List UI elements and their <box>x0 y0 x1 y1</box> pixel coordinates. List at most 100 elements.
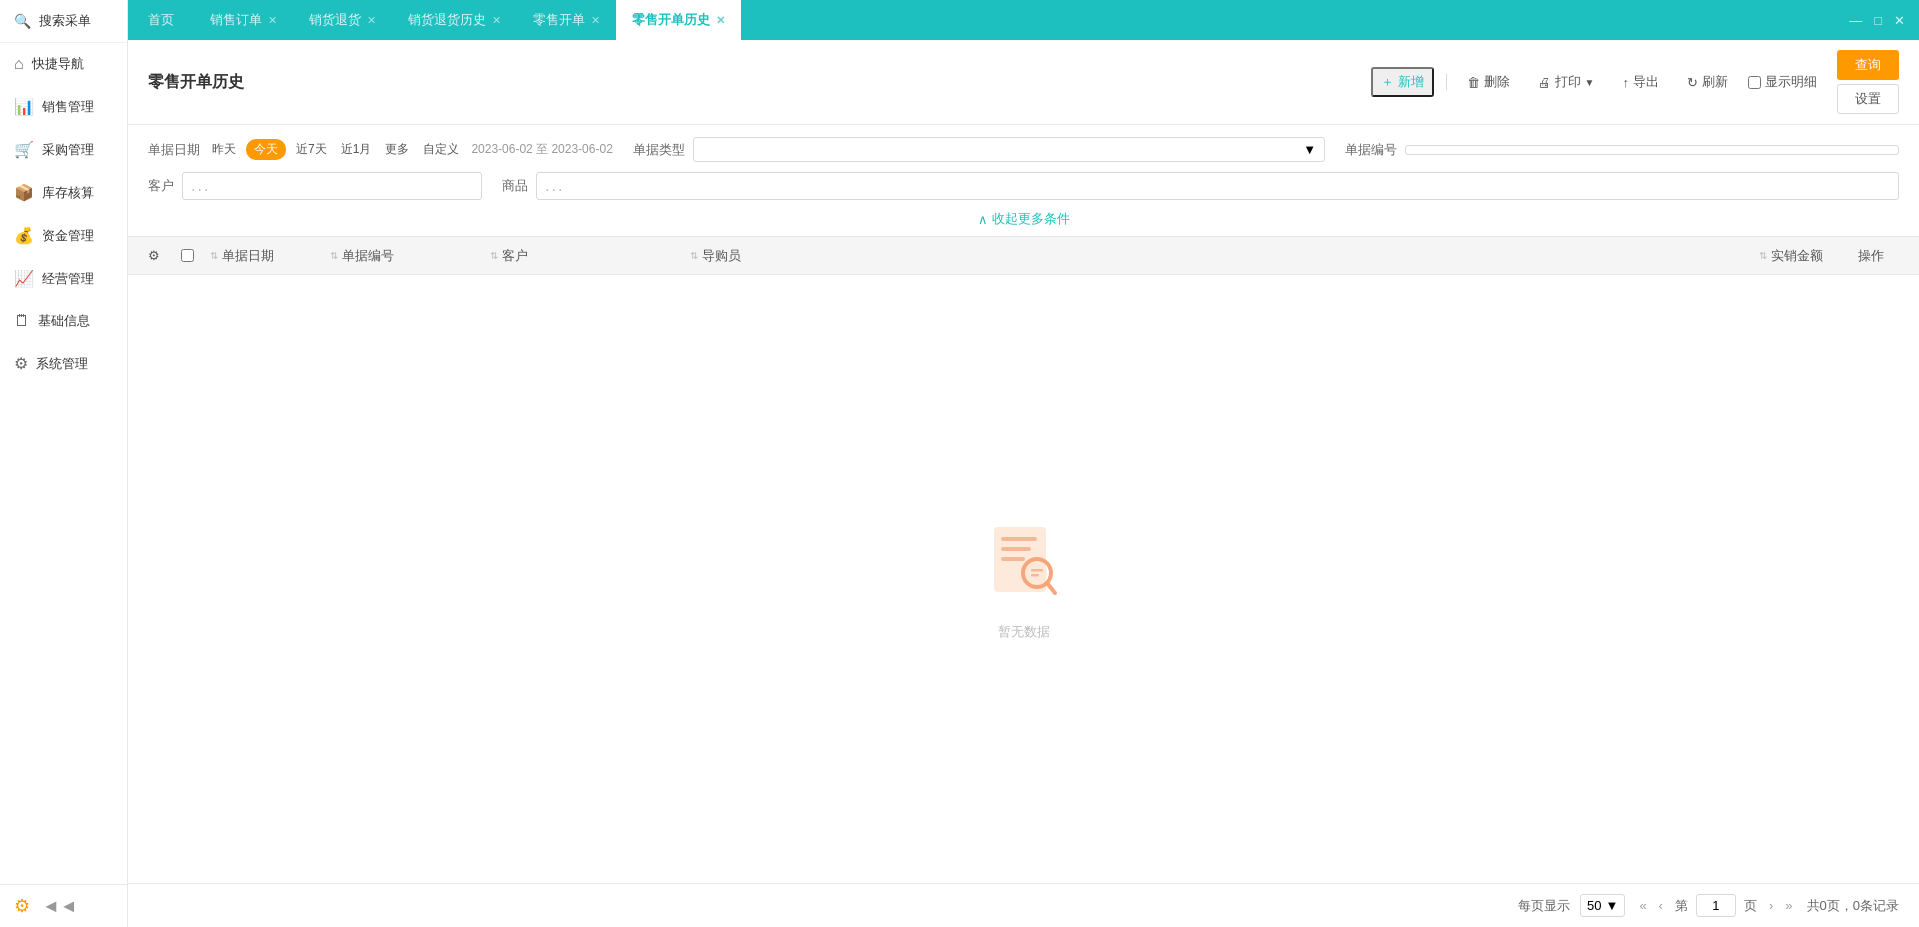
refresh-button[interactable]: ↻ 刷新 <box>1679 69 1736 95</box>
page-size-select[interactable]: 50 ▼ <box>1580 894 1625 917</box>
tab-close-icon[interactable]: ✕ <box>492 14 501 27</box>
sidebar-nav: ⌂ 快捷导航 📊 销售管理 🛒 采购管理 📦 库存核算 💰 资金管理 📈 经营管… <box>0 43 127 884</box>
print-button[interactable]: 🖨 打印 ▼ <box>1530 69 1603 95</box>
th-guide[interactable]: ⇅ 导购员 <box>682 247 802 265</box>
tab-close-icon[interactable]: ✕ <box>268 14 277 27</box>
tab-home[interactable]: 首页 <box>128 0 194 40</box>
first-page-button[interactable]: « <box>1635 896 1650 915</box>
cart-icon: 🛒 <box>14 140 34 159</box>
num-input[interactable] <box>1405 145 1899 155</box>
type-select[interactable]: ▼ <box>693 137 1325 162</box>
add-label: 新增 <box>1398 73 1424 91</box>
svg-rect-3 <box>1001 557 1025 561</box>
th-customer[interactable]: ⇅ 客户 <box>482 247 682 265</box>
table-area: ⚙ ⇅ 单据日期 ⇅ 单据编号 ⇅ 客户 ⇅ 导购员 ⇅ <box>128 237 1919 883</box>
delete-button[interactable]: 🗑 删除 <box>1459 69 1518 95</box>
sort-icon: ⇅ <box>1759 250 1767 261</box>
collapse-more[interactable]: ∧ 收起更多条件 <box>148 210 1899 228</box>
date-btns: 昨天 今天 近7天 近1月 更多 自定义 <box>208 139 463 160</box>
maximize-button[interactable]: □ <box>1874 13 1882 28</box>
tab-sales-order[interactable]: 销售订单 ✕ <box>194 0 293 40</box>
sidebar-item-finance[interactable]: 💰 资金管理 <box>0 214 127 257</box>
collapse-sidebar-icon[interactable]: ◄◄ <box>42 896 78 917</box>
display-columns-checkbox[interactable]: 显示明细 <box>1748 73 1817 91</box>
tab-close-icon[interactable]: ✕ <box>716 14 725 27</box>
empty-illustration <box>979 517 1069 607</box>
th-settings[interactable]: ⚙ <box>136 248 172 263</box>
date-btn-today[interactable]: 今天 <box>246 139 286 160</box>
tab-close-icon[interactable]: ✕ <box>591 14 600 27</box>
display-columns-check[interactable] <box>1748 76 1761 89</box>
last-page-button[interactable]: » <box>1781 896 1796 915</box>
main-area: 首页 销售订单 ✕ 销货退货 ✕ 销货退货历史 ✕ 零售开单 ✕ 零售开单历史 … <box>128 0 1919 927</box>
tab-close-icon[interactable]: ✕ <box>367 14 376 27</box>
tab-sales-return-history[interactable]: 销货退货历史 ✕ <box>392 0 517 40</box>
home-icon: ⌂ <box>14 55 24 73</box>
filter-row-2: 客户 ... 商品 ... <box>148 172 1899 200</box>
sidebar-item-base-info[interactable]: 🗒 基础信息 <box>0 300 127 342</box>
page-label: 第 <box>1671 895 1692 917</box>
customer-input[interactable]: ... <box>182 172 482 200</box>
sidebar-item-business[interactable]: 📈 经营管理 <box>0 257 127 300</box>
page-title: 零售开单历史 <box>148 72 244 93</box>
sidebar-search[interactable]: 🔍 搜索采单 <box>0 0 127 43</box>
th-amount-label: 实销金额 <box>1771 247 1823 265</box>
tab-retail-open-history-label: 零售开单历史 <box>632 11 710 29</box>
date-btn-more[interactable]: 更多 <box>381 139 413 160</box>
sort-icon: ⇅ <box>690 250 698 261</box>
delete-icon: 🗑 <box>1467 75 1480 90</box>
empty-state: 暂无数据 <box>128 275 1919 883</box>
collapse-more-label: 收起更多条件 <box>992 210 1070 228</box>
sidebar-item-purchase-mgmt[interactable]: 🛒 采购管理 <box>0 128 127 171</box>
settings-icon[interactable]: ⚙ <box>14 895 30 917</box>
tab-retail-open-history[interactable]: 零售开单历史 ✕ <box>616 0 741 40</box>
date-btn-1month[interactable]: 近1月 <box>337 139 376 160</box>
page-suffix: 页 <box>1740 895 1761 917</box>
th-date[interactable]: ⇅ 单据日期 <box>202 247 322 265</box>
tab-sales-return[interactable]: 销货退货 ✕ <box>293 0 392 40</box>
sort-icon: ⇅ <box>490 250 498 261</box>
date-btn-7days[interactable]: 近7天 <box>292 139 331 160</box>
add-button[interactable]: ＋ 新增 <box>1371 67 1434 97</box>
sidebar-item-inventory[interactable]: 📦 库存核算 <box>0 171 127 214</box>
sort-icon: ⇅ <box>210 250 218 261</box>
prev-page-button[interactable]: ‹ <box>1655 896 1667 915</box>
goods-input[interactable]: ... <box>536 172 1899 200</box>
money-icon: 💰 <box>14 226 34 245</box>
print-icon: 🖨 <box>1538 75 1551 90</box>
tab-retail-open[interactable]: 零售开单 ✕ <box>517 0 616 40</box>
query-button[interactable]: 查询 <box>1837 50 1899 80</box>
page-size-arrow: ▼ <box>1606 898 1619 913</box>
th-gear-icon: ⚙ <box>148 248 160 263</box>
print-arrow-icon: ▼ <box>1585 77 1595 88</box>
page-nav: « ‹ 第 页 › » <box>1635 894 1796 917</box>
date-btn-yesterday[interactable]: 昨天 <box>208 139 240 160</box>
type-label: 单据类型 <box>633 141 685 159</box>
type-dropdown-icon: ▼ <box>1303 142 1316 157</box>
sidebar-item-sys-mgmt[interactable]: ⚙ 系统管理 <box>0 342 127 385</box>
filter-settings-button[interactable]: 设置 <box>1837 84 1899 114</box>
tab-sales-order-label: 销售订单 <box>210 11 262 29</box>
select-all-checkbox[interactable] <box>181 249 194 262</box>
sidebar-item-label: 系统管理 <box>36 355 88 373</box>
date-label: 单据日期 <box>148 141 200 159</box>
page-input[interactable] <box>1696 894 1736 917</box>
th-amount[interactable]: ⇅ 实销金额 <box>1721 247 1831 265</box>
chart-icon: 📊 <box>14 97 34 116</box>
collapse-up-icon: ∧ <box>978 212 988 227</box>
page-total: 共0页，0条记录 <box>1807 897 1899 915</box>
svg-rect-2 <box>1001 547 1031 551</box>
sidebar-item-label: 销售管理 <box>42 98 94 116</box>
close-button[interactable]: ✕ <box>1894 13 1905 28</box>
sidebar-item-sales-mgmt[interactable]: 📊 销售管理 <box>0 85 127 128</box>
th-checkbox[interactable] <box>172 249 202 262</box>
refresh-label: 刷新 <box>1702 73 1728 91</box>
th-num[interactable]: ⇅ 单据编号 <box>322 247 482 265</box>
next-page-button[interactable]: › <box>1765 896 1777 915</box>
sort-icon: ⇅ <box>330 250 338 261</box>
minimize-button[interactable]: — <box>1849 13 1862 28</box>
export-button[interactable]: ↑ 导出 <box>1615 69 1668 95</box>
sidebar-item-quick-nav[interactable]: ⌂ 快捷导航 <box>0 43 127 85</box>
customer-filter: 客户 ... <box>148 172 482 200</box>
date-btn-custom[interactable]: 自定义 <box>419 139 463 160</box>
